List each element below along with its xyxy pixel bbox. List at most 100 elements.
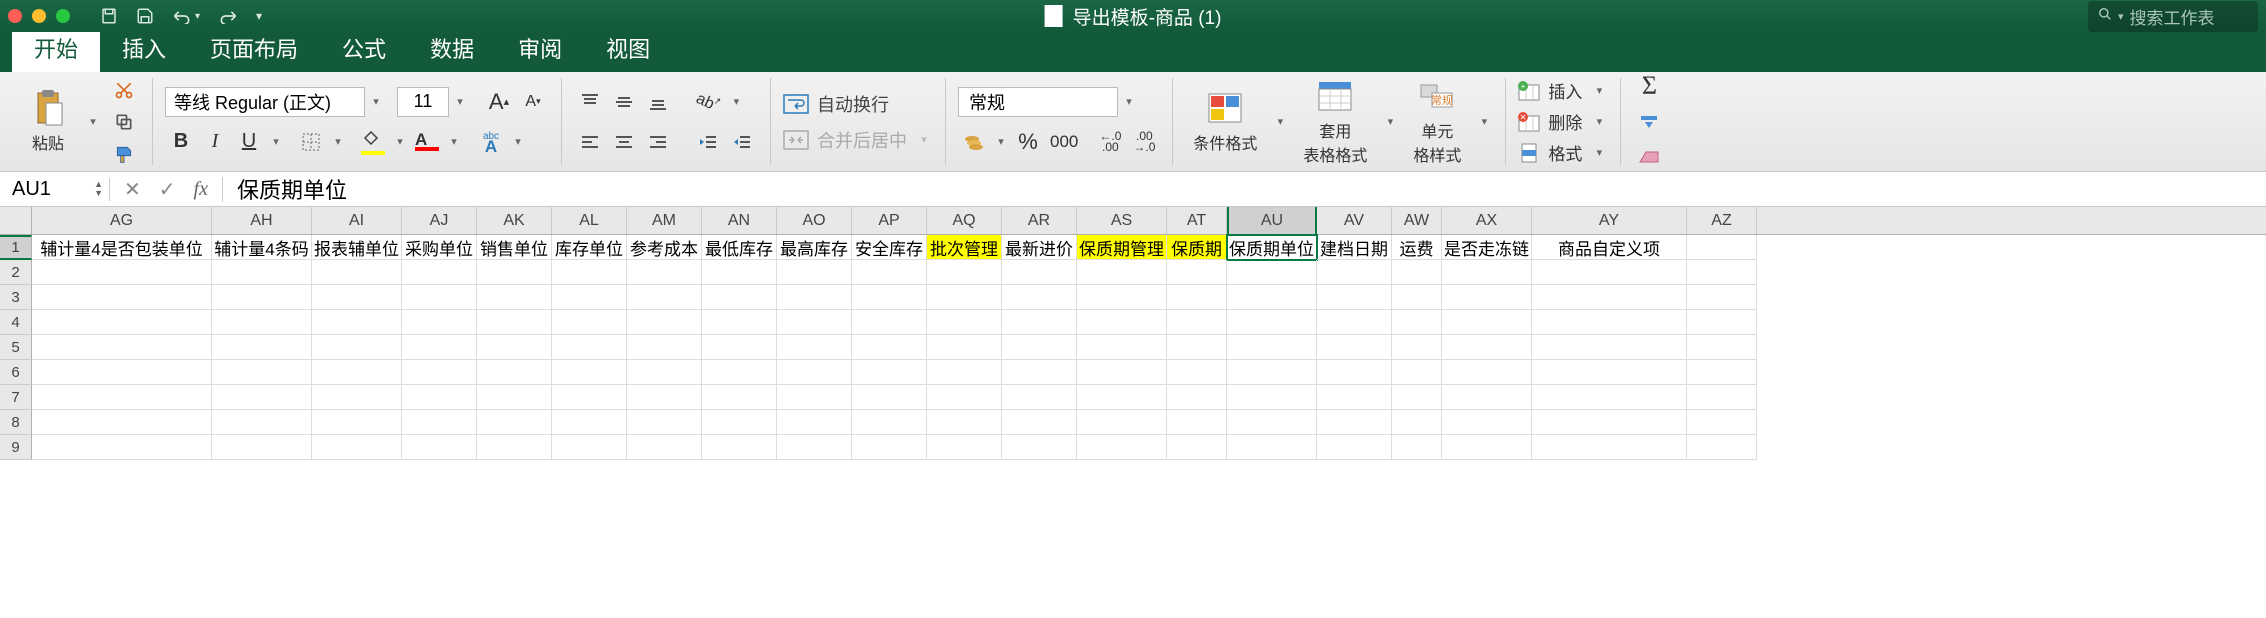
- cell[interactable]: [212, 335, 312, 360]
- cell[interactable]: [1077, 260, 1167, 285]
- comma-button[interactable]: 000: [1046, 127, 1082, 157]
- cell[interactable]: [1002, 310, 1077, 335]
- number-format-dropdown-icon[interactable]: ▾: [1120, 87, 1138, 117]
- cell[interactable]: [1687, 360, 1757, 385]
- percent-button[interactable]: %: [1012, 127, 1044, 157]
- cell[interactable]: [1227, 335, 1317, 360]
- cell[interactable]: [1227, 285, 1317, 310]
- cell[interactable]: [1317, 260, 1392, 285]
- underline-dropdown-icon[interactable]: ▾: [267, 127, 285, 157]
- cell[interactable]: [1687, 435, 1757, 460]
- column-header[interactable]: AQ: [927, 207, 1002, 234]
- cell[interactable]: [1227, 410, 1317, 435]
- cell[interactable]: [1167, 285, 1227, 310]
- merge-center-button[interactable]: 合并后居中 ▾: [783, 127, 933, 153]
- cell[interactable]: [777, 410, 852, 435]
- cell[interactable]: [552, 285, 627, 310]
- column-header[interactable]: AH: [212, 207, 312, 234]
- cell[interactable]: 库存单位: [552, 235, 627, 260]
- cell[interactable]: [927, 285, 1002, 310]
- merge-dropdown-icon[interactable]: ▾: [915, 133, 933, 146]
- font-color-dropdown-icon[interactable]: ▾: [445, 127, 463, 157]
- undo-icon[interactable]: ▾: [172, 8, 200, 24]
- paste-button[interactable]: 粘贴: [22, 86, 74, 158]
- cell[interactable]: 辅计量4条码: [212, 235, 312, 260]
- cell-styles-dropdown-icon[interactable]: ▾: [1475, 115, 1493, 128]
- fx-icon[interactable]: fx: [194, 178, 208, 201]
- cell[interactable]: [477, 310, 552, 335]
- cell[interactable]: [1392, 285, 1442, 310]
- save-icon[interactable]: [100, 7, 118, 25]
- cell[interactable]: [1532, 310, 1687, 335]
- column-header[interactable]: AY: [1532, 207, 1687, 234]
- cell[interactable]: [32, 310, 212, 335]
- cell[interactable]: [32, 410, 212, 435]
- name-box-spinner-icon[interactable]: ▲▼: [94, 180, 103, 198]
- row-header[interactable]: 1: [0, 235, 32, 260]
- cell[interactable]: [1002, 435, 1077, 460]
- cell[interactable]: [1002, 285, 1077, 310]
- cell[interactable]: 商品自定义项: [1532, 235, 1687, 260]
- cell[interactable]: [1392, 260, 1442, 285]
- cell[interactable]: [627, 260, 702, 285]
- autosum-button[interactable]: Σ: [1633, 71, 1665, 101]
- align-left-button[interactable]: [574, 127, 606, 157]
- enter-formula-button[interactable]: ✓: [159, 177, 176, 202]
- cell[interactable]: [1317, 285, 1392, 310]
- cell[interactable]: [1077, 310, 1167, 335]
- italic-button[interactable]: I: [199, 127, 231, 157]
- cell[interactable]: [1317, 410, 1392, 435]
- cell[interactable]: [212, 310, 312, 335]
- border-button[interactable]: [295, 127, 327, 157]
- cell[interactable]: [1442, 410, 1532, 435]
- cell[interactable]: [852, 385, 927, 410]
- row-header[interactable]: 8: [0, 410, 32, 435]
- cell[interactable]: [1392, 310, 1442, 335]
- cell[interactable]: [552, 435, 627, 460]
- cell[interactable]: [312, 335, 402, 360]
- cell[interactable]: [702, 435, 777, 460]
- cell[interactable]: [702, 260, 777, 285]
- cell[interactable]: [702, 285, 777, 310]
- cell[interactable]: [1077, 385, 1167, 410]
- column-header[interactable]: AZ: [1687, 207, 1757, 234]
- insert-dropdown-icon[interactable]: ▾: [1590, 84, 1608, 97]
- redo-icon[interactable]: [218, 8, 238, 24]
- cell[interactable]: [1687, 235, 1757, 260]
- cell[interactable]: [777, 435, 852, 460]
- cell[interactable]: [702, 335, 777, 360]
- conditional-format-button[interactable]: 条件格式: [1185, 86, 1265, 158]
- cell[interactable]: [927, 335, 1002, 360]
- cell[interactable]: [1167, 385, 1227, 410]
- cell[interactable]: [32, 435, 212, 460]
- cell[interactable]: [777, 310, 852, 335]
- cell[interactable]: [212, 285, 312, 310]
- cell[interactable]: [1392, 335, 1442, 360]
- cell[interactable]: [1317, 310, 1392, 335]
- cell[interactable]: [1227, 260, 1317, 285]
- cell[interactable]: [32, 260, 212, 285]
- cell[interactable]: 安全库存: [852, 235, 927, 260]
- cell[interactable]: [1442, 285, 1532, 310]
- cell[interactable]: 采购单位: [402, 235, 477, 260]
- fill-dropdown-icon[interactable]: ▾: [391, 127, 409, 157]
- column-header[interactable]: AS: [1077, 207, 1167, 234]
- cell[interactable]: [312, 285, 402, 310]
- cell[interactable]: [1532, 360, 1687, 385]
- underline-button[interactable]: U: [233, 127, 265, 157]
- cell[interactable]: [1442, 260, 1532, 285]
- customize-qat-icon[interactable]: ▾: [256, 9, 262, 23]
- cell[interactable]: [1442, 360, 1532, 385]
- cell[interactable]: [702, 310, 777, 335]
- cell[interactable]: [777, 285, 852, 310]
- cell[interactable]: 保质期单位: [1227, 235, 1317, 260]
- currency-dropdown-icon[interactable]: ▾: [992, 127, 1010, 157]
- cell[interactable]: [1442, 435, 1532, 460]
- font-color-button[interactable]: A: [411, 127, 443, 157]
- cell[interactable]: [852, 310, 927, 335]
- cell[interactable]: [1317, 435, 1392, 460]
- cell[interactable]: [627, 385, 702, 410]
- cell[interactable]: [777, 360, 852, 385]
- cell[interactable]: [552, 260, 627, 285]
- cell[interactable]: [212, 385, 312, 410]
